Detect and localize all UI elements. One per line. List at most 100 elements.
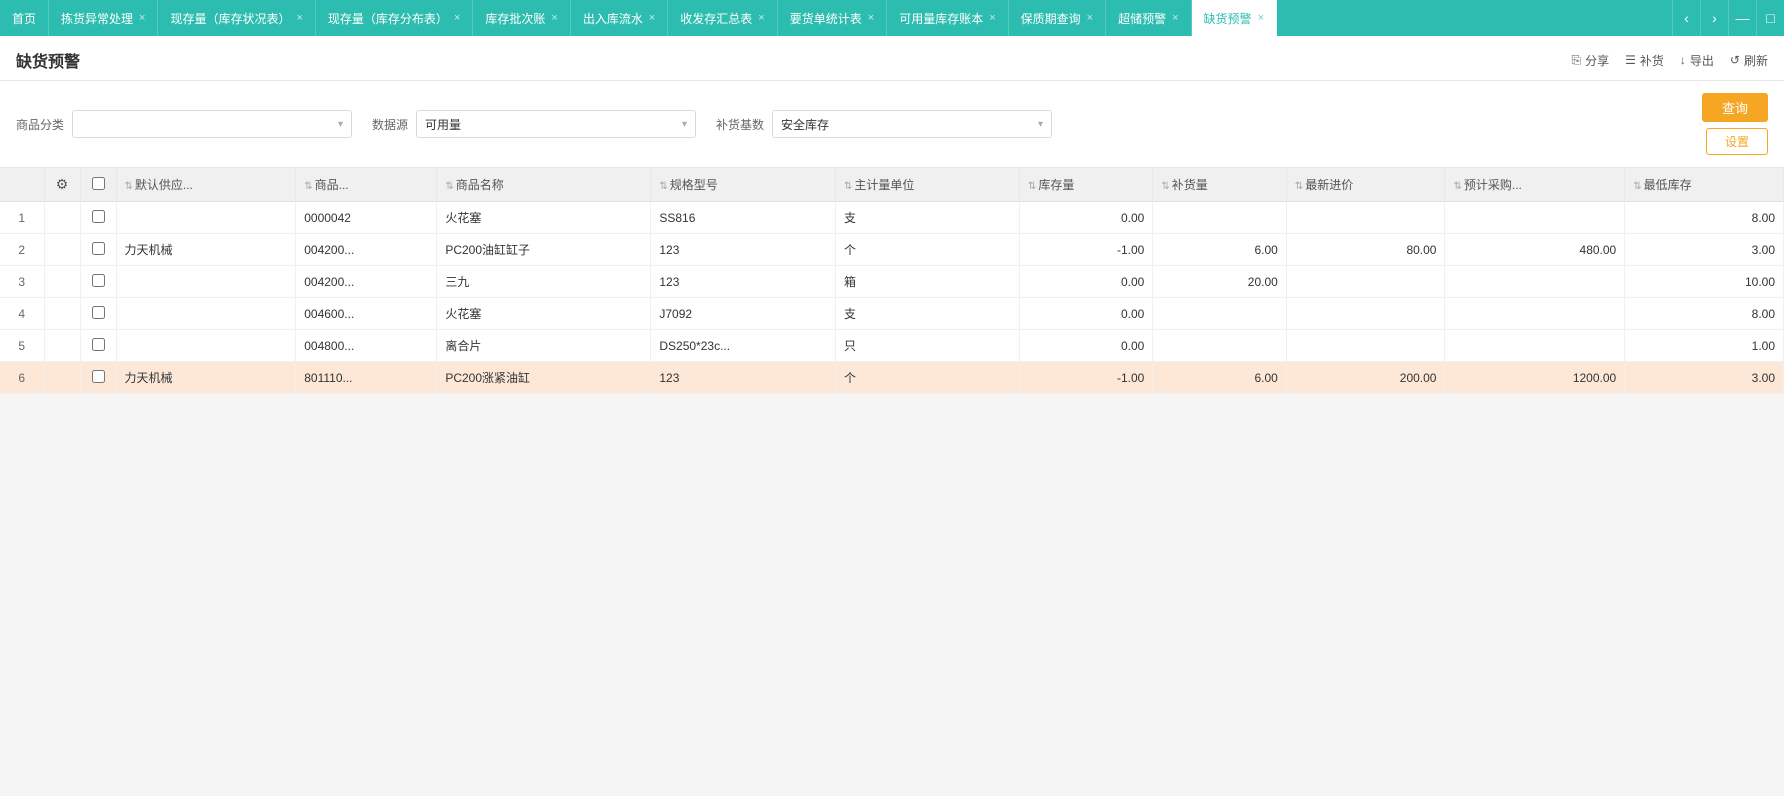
col-header-code[interactable]: ⇅商品... — [296, 168, 437, 202]
category-select[interactable]: ▾ — [72, 110, 352, 138]
tab-close-inout-flow[interactable]: × — [649, 12, 655, 24]
col-header-check — [80, 168, 116, 202]
shortage-table: ⚙⇅默认供应...⇅商品...⇅商品名称⇅规格型号⇅主计量单位⇅库存量⇅补货量⇅… — [0, 168, 1784, 394]
tab-label-batch: 库存批次账 — [485, 10, 545, 27]
header-actions: ⎘ 分享 ☰ 补货 ↓ 导出 ↺ 刷新 — [1572, 52, 1769, 69]
row-checkbox-4[interactable] — [80, 330, 116, 362]
tab-label-demand-stat: 要货单统计表 — [790, 10, 862, 27]
cell-supplier-2 — [116, 266, 296, 298]
tab-shortage-warning[interactable]: 缺货预警× — [1192, 0, 1277, 36]
tab-overstock-warning[interactable]: 超储预警× — [1106, 0, 1191, 36]
tab-label-exception: 拣货异常处理 — [61, 10, 133, 27]
tab-inout-flow[interactable]: 出入库流水 × — [571, 0, 668, 36]
row-settings-3 — [44, 298, 80, 330]
export-action[interactable]: ↓ 导出 — [1680, 52, 1714, 69]
row-checkbox-0[interactable] — [80, 202, 116, 234]
sort-icon-name: ⇅ — [445, 181, 453, 192]
cell-stock-3: 0.00 — [1019, 298, 1152, 330]
replenish-action[interactable]: ☰ 补货 — [1625, 52, 1664, 69]
row-cb-5[interactable] — [92, 370, 105, 383]
table-row: 3004200...三九123箱0.0020.0010.00 — [0, 266, 1784, 298]
cell-name-5: PC200涨紧油缸 — [437, 362, 651, 394]
tab-close-overstock-warning[interactable]: × — [1172, 12, 1178, 24]
cell-code-1: 004200... — [296, 234, 437, 266]
sort-icon-supplier: ⇅ — [125, 181, 133, 192]
refresh-action[interactable]: ↺ 刷新 — [1730, 52, 1768, 69]
tab-receive-total[interactable]: 收发存汇总表 × — [668, 0, 777, 36]
tab-close-exception[interactable]: × — [139, 12, 145, 24]
cell-replenish-0 — [1153, 202, 1286, 234]
query-button[interactable]: 查询 — [1702, 93, 1768, 122]
row-checkbox-5[interactable] — [80, 362, 116, 394]
row-cb-0[interactable] — [92, 210, 105, 223]
cell-code-5: 801110... — [296, 362, 437, 394]
replenish-base-select[interactable]: 安全库存 ▾ — [772, 110, 1052, 138]
gear-icon[interactable]: ⚙ — [53, 176, 72, 193]
tab-close-batch[interactable]: × — [551, 12, 557, 24]
category-filter-group: 商品分类 ▾ — [16, 110, 352, 138]
cell-unit-5: 个 — [835, 362, 1019, 394]
tab-close-expiry-query[interactable]: × — [1087, 12, 1093, 24]
settings-button[interactable]: 设置 — [1706, 128, 1768, 155]
col-header-name[interactable]: ⇅商品名称 — [437, 168, 651, 202]
tab-demand-stat[interactable]: 要货单统计表 × — [778, 0, 887, 36]
tab-batch[interactable]: 库存批次账 × — [473, 0, 570, 36]
row-seq-5: 6 — [0, 362, 44, 394]
cell-spec-0: SS816 — [651, 202, 836, 234]
tab-scroll-right[interactable]: › — [1700, 0, 1728, 36]
row-checkbox-2[interactable] — [80, 266, 116, 298]
tab-close-inventory-status[interactable]: × — [296, 12, 302, 24]
col-header-unit[interactable]: ⇅主计量单位 — [835, 168, 1019, 202]
tab-inventory-status[interactable]: 现存量（库存状况表）× — [158, 0, 315, 36]
row-cb-3[interactable] — [92, 306, 105, 319]
tab-available-ledger[interactable]: 可用量库存账本× — [887, 0, 1008, 36]
tab-maximize[interactable]: □ — [1756, 0, 1784, 36]
col-header-spec[interactable]: ⇅规格型号 — [651, 168, 836, 202]
cell-forecast_buy-1: 480.00 — [1445, 234, 1625, 266]
share-action[interactable]: ⎘ 分享 — [1572, 52, 1610, 69]
tab-close-available-ledger[interactable]: × — [989, 12, 995, 24]
tab-minimize[interactable]: — — [1728, 0, 1756, 36]
share-icon: ⎘ — [1572, 53, 1582, 68]
sort-icon-unit: ⇅ — [844, 181, 852, 192]
row-settings-5 — [44, 362, 80, 394]
tab-close-inventory-dist[interactable]: × — [454, 12, 460, 24]
datasource-label: 数据源 — [372, 116, 408, 133]
tab-label-inout-flow: 出入库流水 — [583, 10, 643, 27]
tab-scroll-left[interactable]: ‹ — [1672, 0, 1700, 36]
cell-spec-3: J7092 — [651, 298, 836, 330]
datasource-select[interactable]: 可用量 ▾ — [416, 110, 696, 138]
tab-expiry-query[interactable]: 保质期查询× — [1009, 0, 1106, 36]
row-checkbox-1[interactable] — [80, 234, 116, 266]
row-seq-3: 4 — [0, 298, 44, 330]
row-cb-1[interactable] — [92, 242, 105, 255]
cell-code-3: 004600... — [296, 298, 437, 330]
tab-exception[interactable]: 拣货异常处理 × — [49, 0, 158, 36]
cell-code-4: 004800... — [296, 330, 437, 362]
cell-name-0: 火花塞 — [437, 202, 651, 234]
cell-min_stock-2: 10.00 — [1625, 266, 1784, 298]
row-cb-4[interactable] — [92, 338, 105, 351]
tab-close-demand-stat[interactable]: × — [868, 12, 874, 24]
cell-stock-5: -1.00 — [1019, 362, 1152, 394]
col-header-forecast_buy[interactable]: ⇅预计采购... — [1445, 168, 1625, 202]
cell-replenish-4 — [1153, 330, 1286, 362]
tab-label-receive-total: 收发存汇总表 — [680, 10, 752, 27]
col-header-stock[interactable]: ⇅库存量 — [1019, 168, 1152, 202]
cell-name-2: 三九 — [437, 266, 651, 298]
col-header-supplier[interactable]: ⇅默认供应... — [116, 168, 296, 202]
tab-inventory-dist[interactable]: 现存量（库存分布表）× — [316, 0, 473, 36]
tab-close-receive-total[interactable]: × — [758, 12, 764, 24]
row-cb-2[interactable] — [92, 274, 105, 287]
col-header-min_stock[interactable]: ⇅最低库存 — [1625, 168, 1784, 202]
cell-forecast_buy-4 — [1445, 330, 1625, 362]
select-all-checkbox[interactable] — [92, 177, 105, 190]
col-header-replenish[interactable]: ⇅补货量 — [1153, 168, 1286, 202]
row-checkbox-3[interactable] — [80, 298, 116, 330]
cell-replenish-2: 20.00 — [1153, 266, 1286, 298]
replenish-base-label: 补货基数 — [716, 116, 764, 133]
cell-last_price-0 — [1286, 202, 1445, 234]
col-header-last_price[interactable]: ⇅最新进价 — [1286, 168, 1445, 202]
tab-home[interactable]: 首页 — [0, 0, 49, 36]
tab-close-shortage-warning[interactable]: × — [1258, 12, 1264, 24]
